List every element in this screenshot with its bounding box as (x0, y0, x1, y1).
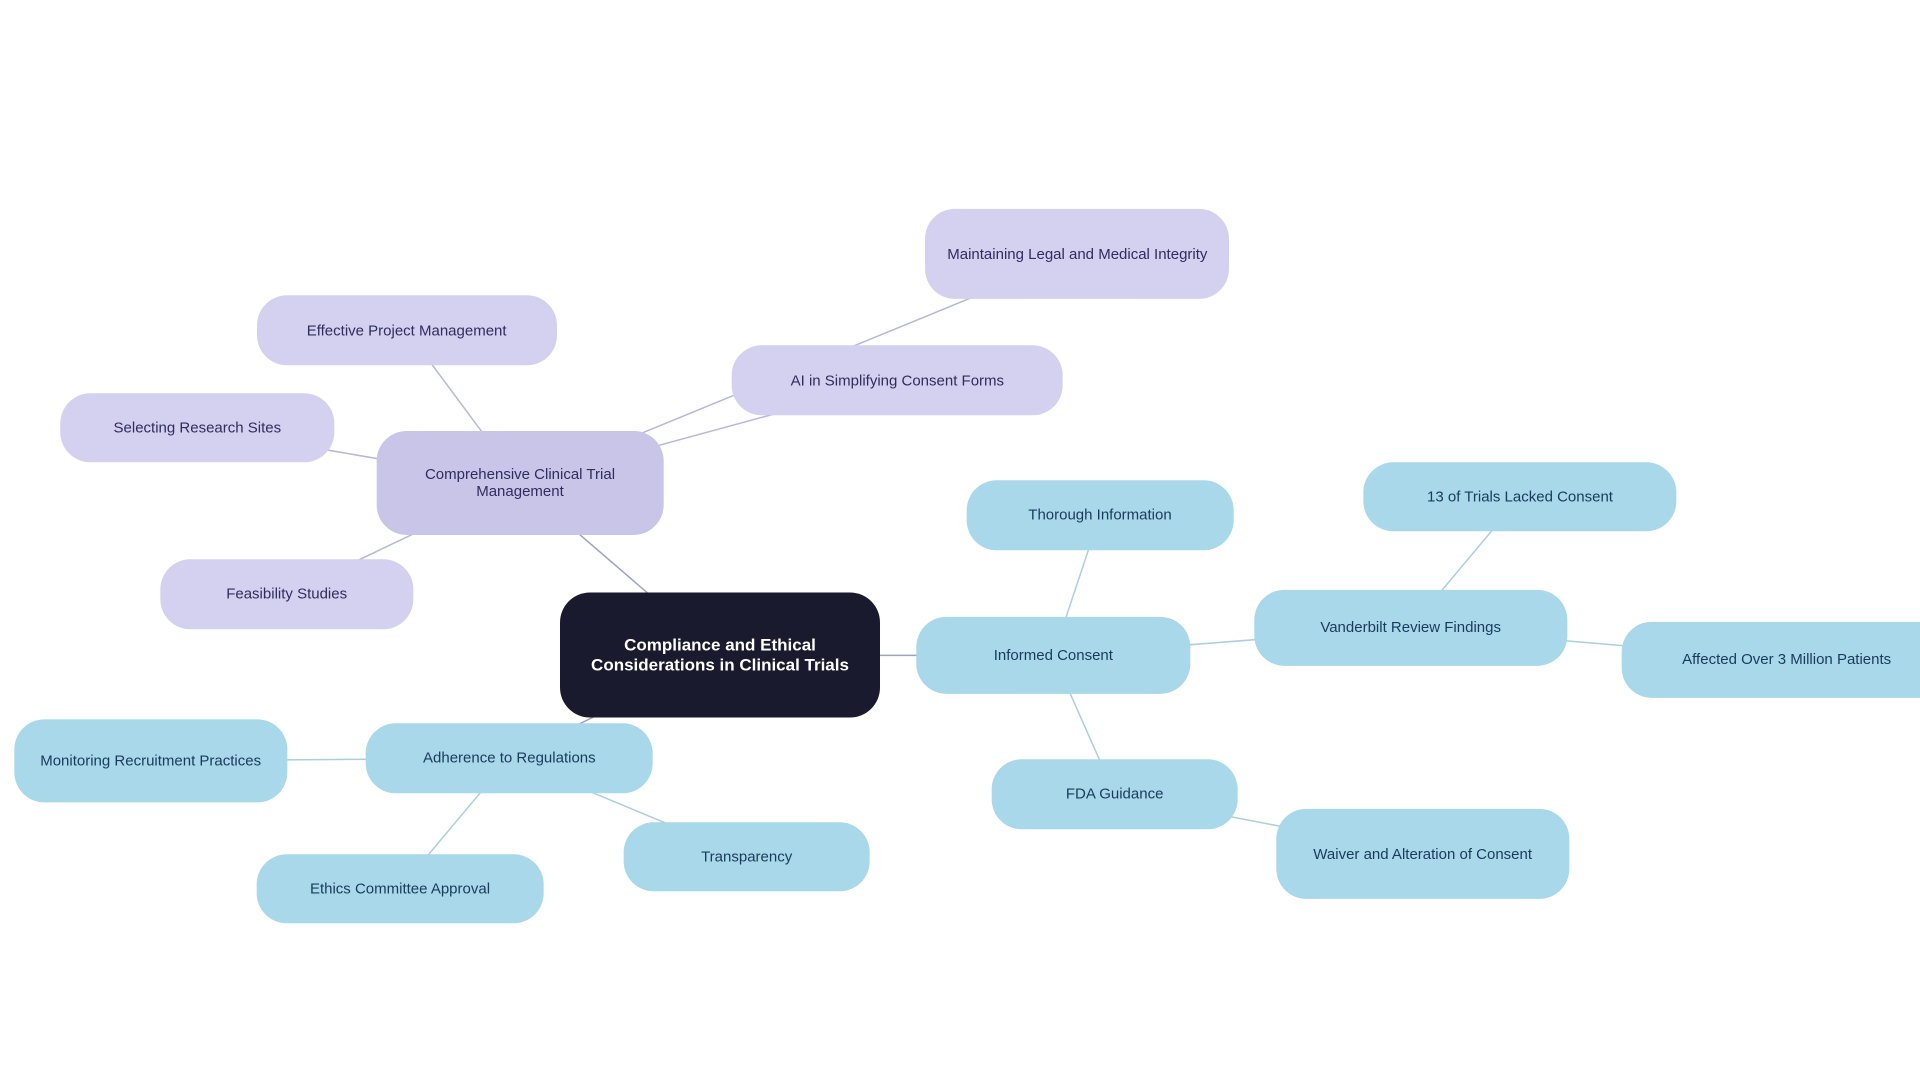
node-center[interactable]: Compliance and Ethical Considerations in… (560, 593, 880, 718)
node-effective-project[interactable]: Effective Project Management (257, 296, 557, 365)
node-13-trials[interactable]: 13 of Trials Lacked Consent (1363, 462, 1676, 531)
node-thorough-info[interactable]: Thorough Information (967, 480, 1234, 549)
node-comprehensive[interactable]: Comprehensive Clinical Trial Management (377, 431, 664, 535)
node-monitoring[interactable]: Monitoring Recruitment Practices (14, 719, 287, 802)
node-waiver[interactable]: Waiver and Alteration of Consent (1276, 809, 1569, 899)
node-ai-simplifying[interactable]: AI in Simplifying Consent Forms (732, 346, 1063, 415)
node-affected[interactable]: Affected Over 3 Million Patients (1621, 621, 1920, 697)
node-ethics[interactable]: Ethics Committee Approval (257, 854, 544, 923)
node-maintaining-legal[interactable]: Maintaining Legal and Medical Integrity (925, 209, 1229, 299)
node-adherence[interactable]: Adherence to Regulations (366, 723, 653, 792)
node-feasibility[interactable]: Feasibility Studies (160, 560, 413, 629)
node-transparency[interactable]: Transparency (623, 822, 870, 891)
node-selecting-research[interactable]: Selecting Research Sites (61, 393, 334, 462)
mind-map-container: Compliance and Ethical Considerations in… (0, 0, 1920, 1083)
node-vanderbilt[interactable]: Vanderbilt Review Findings (1254, 589, 1567, 665)
node-informed-consent[interactable]: Informed Consent (917, 617, 1190, 693)
node-fda-guidance[interactable]: FDA Guidance (991, 759, 1238, 828)
